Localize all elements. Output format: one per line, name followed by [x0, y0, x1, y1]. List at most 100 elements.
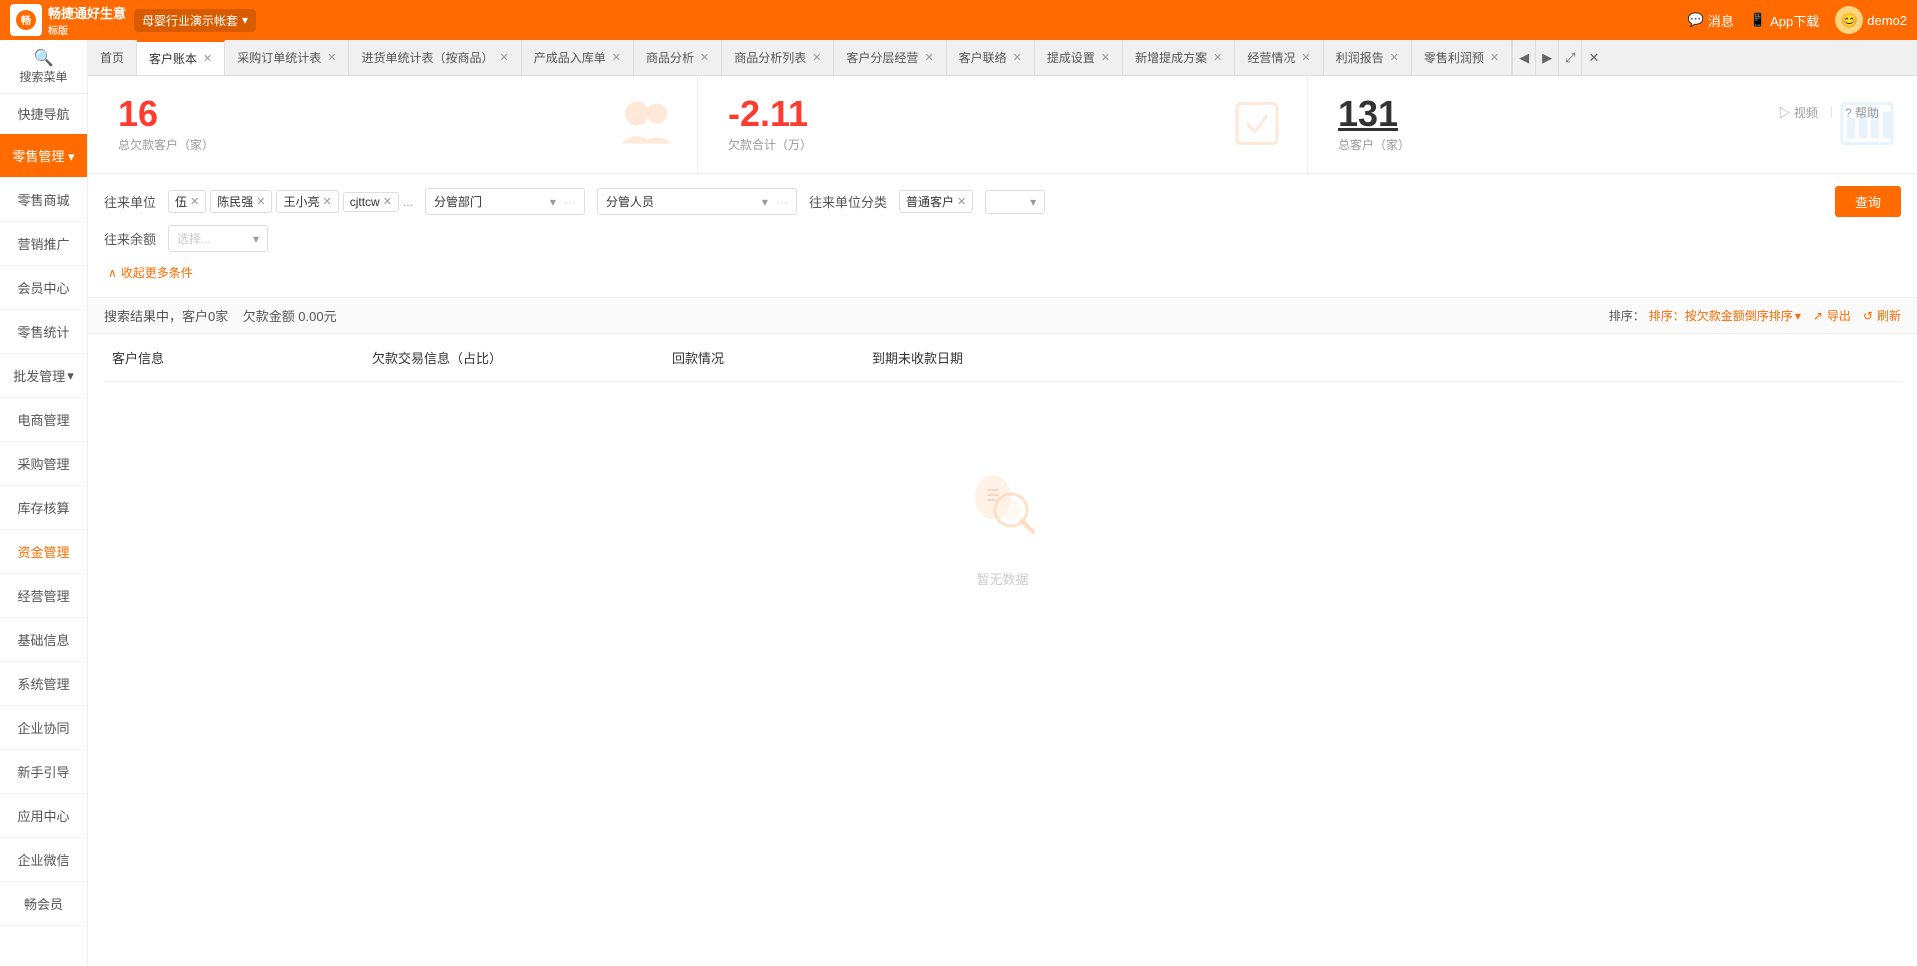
tab-home[interactable]: 首页	[88, 40, 137, 76]
tab-goods-stats[interactable]: 进货单统计表（按商品） ✕	[349, 40, 521, 76]
tab-purchase-order-stats[interactable]: 采购订单统计表 ✕	[225, 40, 349, 76]
tab-retail-profit[interactable]: 零售利润预 ✕	[1412, 40, 1512, 76]
sidebar-item-enterprise-collab[interactable]: 企业协同	[0, 706, 87, 750]
tab-commission-settings[interactable]: 提成设置 ✕	[1035, 40, 1123, 76]
tab-close-goods-analysis[interactable]: ✕	[700, 51, 709, 64]
filter-more-tags[interactable]: ...	[403, 195, 413, 209]
sidebar-item-wholesale-mgmt[interactable]: 批发管理 ▾	[0, 354, 87, 398]
stat-values-customers: 16 总欠款客户（家）	[118, 96, 214, 153]
tab-goods-analysis-list[interactable]: 商品分析列表 ✕	[722, 40, 834, 76]
sidebar-item-member-center[interactable]: 会员中心	[0, 266, 87, 310]
tab-profit-report[interactable]: 利润报告 ✕	[1324, 40, 1412, 76]
user-profile-btn[interactable]: 😊 demo2	[1835, 6, 1907, 34]
tab-close-commission-settings[interactable]: ✕	[1101, 51, 1110, 64]
sidebar-fast-nav[interactable]: 快捷导航	[0, 94, 87, 134]
top-bar-right: 💬 消息 📱 App下载 😊 demo2	[1688, 6, 1907, 34]
query-button[interactable]: 查询	[1835, 186, 1901, 217]
tab-close-goods-analysis-list[interactable]: ✕	[812, 51, 821, 64]
sidebar-item-finance-mgmt[interactable]: 资金管理	[0, 530, 87, 574]
sidebar-item-retail-mall[interactable]: 零售商城	[0, 178, 87, 222]
filter-tag-close-wang[interactable]: ✕	[323, 195, 332, 208]
sort-select[interactable]: 排序：按欠款金额倒序排序 ▾	[1649, 307, 1801, 324]
tab-customer-tier[interactable]: 客户分层经营 ✕	[834, 40, 946, 76]
tab-close-customer-tier[interactable]: ✕	[924, 51, 933, 64]
filter-tag-close-wu[interactable]: ✕	[190, 195, 199, 208]
filter-tag-chen: 陈民强 ✕	[210, 190, 272, 213]
sidebar-item-retail-mgmt[interactable]: 零售管理 ▾	[0, 134, 87, 178]
top-bar-left: 畅 畅捷通好生意 标版 母婴行业演示帐套 ▾	[10, 3, 256, 37]
tab-customer-ledger[interactable]: 客户账本 ✕	[137, 40, 225, 76]
tab-next-btn[interactable]: ▶	[1535, 40, 1558, 76]
sidebar-item-new-guide[interactable]: 新手引导	[0, 750, 87, 794]
sidebar-item-system-mgmt[interactable]: 系统管理	[0, 662, 87, 706]
tab-prev-btn[interactable]: ◀	[1512, 40, 1535, 76]
logo-icon: 畅	[10, 4, 42, 36]
stat-icon-total	[1837, 93, 1897, 156]
filter-tag-close-chen[interactable]: ✕	[256, 195, 265, 208]
tab-close-production-receipt[interactable]: ✕	[612, 51, 621, 64]
stat-icon-amount	[1227, 93, 1287, 156]
stat-values-amount: -2.11 欠款合计（万）	[728, 96, 812, 153]
filter-tag-cjttcw: cjttcw ✕	[343, 192, 399, 212]
collapse-btn[interactable]: ∧ 收起更多条件	[104, 260, 1901, 285]
stat-debt-customers-num: 16	[118, 96, 214, 132]
tab-close-goods-stats[interactable]: ✕	[500, 51, 509, 64]
filter-row-2: 往来余额 选择... ▾	[104, 225, 1901, 252]
app-download-btn[interactable]: 📱 App下载	[1750, 11, 1819, 30]
sidebar-item-purchase-mgmt[interactable]: 采购管理	[0, 442, 87, 486]
sidebar-item-chang-member[interactable]: 畅会员	[0, 882, 87, 926]
result-text: 搜索结果中，客户0家 欠款金额 0.00元	[104, 306, 337, 325]
tab-close-customer-ledger[interactable]: ✕	[203, 52, 212, 65]
filter-tag-close-cjttcw[interactable]: ✕	[383, 195, 392, 208]
stat-debt-amount-label: 欠款合计（万）	[728, 136, 812, 153]
tab-close-retail-profit[interactable]: ✕	[1490, 51, 1499, 64]
message-btn[interactable]: 💬 消息	[1688, 11, 1734, 30]
filter-tag-close-unit-type[interactable]: ✕	[957, 195, 966, 208]
filter-dept-select[interactable]: 分管部门 ▾ ···	[425, 188, 585, 215]
stat-total-customers: 131 总客户（家） ▷ 视频 | ? 帮助	[1308, 76, 1917, 173]
filter-unit-type-label: 往来单位分类	[809, 192, 887, 211]
sidebar-item-app-center[interactable]: 应用中心	[0, 794, 87, 838]
sidebar: 🔍 搜索菜单 快捷导航 零售管理 ▾ 零售商城 营销推广 会员中心 零售统计 批…	[0, 40, 88, 966]
filter-staff-select[interactable]: 分管人员 ▾ ···	[597, 188, 797, 215]
sidebar-item-ecommerce[interactable]: 电商管理	[0, 398, 87, 442]
stat-values-total: 131 总客户（家）	[1338, 96, 1410, 153]
sidebar-item-enterprise-wechat[interactable]: 企业微信	[0, 838, 87, 882]
export-btn[interactable]: ↗ 导出	[1813, 307, 1851, 324]
tab-bar: 首页 客户账本 ✕ 采购订单统计表 ✕ 进货单统计表（按商品） ✕ 产成品入库单…	[88, 40, 1917, 76]
filter-row-1: 往来单位 伍 ✕ 陈民强 ✕ 王小亮 ✕	[104, 186, 1901, 217]
sidebar-item-operations[interactable]: 经营管理	[0, 574, 87, 618]
stat-debt-amount: -2.11 欠款合计（万）	[698, 76, 1308, 173]
logo-sub: 标版	[48, 22, 126, 37]
tab-production-receipt[interactable]: 产成品入库单 ✕	[522, 40, 634, 76]
sidebar-item-basic-info[interactable]: 基础信息	[0, 618, 87, 662]
refresh-icon: ↺	[1863, 309, 1873, 323]
sidebar-item-marketing[interactable]: 营销推广	[0, 222, 87, 266]
tab-expand-btn[interactable]: ⤢	[1558, 40, 1581, 76]
stat-debt-customers-label: 总欠款客户（家）	[118, 136, 214, 153]
tab-close-operations[interactable]: ✕	[1301, 51, 1310, 64]
tab-close-profit-report[interactable]: ✕	[1390, 51, 1399, 64]
sidebar-item-inventory[interactable]: 库存核算	[0, 486, 87, 530]
sidebar-item-retail-stats[interactable]: 零售统计	[0, 310, 87, 354]
stat-icon-customers	[617, 93, 677, 156]
tab-close-purchase-order-stats[interactable]: ✕	[327, 51, 336, 64]
filter-balance-select[interactable]: 选择... ▾	[168, 225, 268, 252]
tab-close-customer-contact[interactable]: ✕	[1013, 51, 1022, 64]
tab-operations[interactable]: 经营情况 ✕	[1235, 40, 1323, 76]
account-selector[interactable]: 母婴行业演示帐套 ▾	[134, 9, 256, 32]
col-debt-info: 欠款交易信息（占比）	[364, 344, 664, 371]
tab-close-new-commission-plan[interactable]: ✕	[1213, 51, 1222, 64]
video-link[interactable]: ▷ 视频	[1779, 104, 1818, 121]
table-header: 客户信息 欠款交易信息（占比） 回款情况 到期未收款日期	[104, 334, 1901, 382]
sidebar-search[interactable]: 🔍 搜索菜单	[0, 40, 87, 94]
tab-close-all-btn[interactable]: ✕	[1581, 40, 1605, 76]
tab-new-commission-plan[interactable]: 新增提成方案 ✕	[1123, 40, 1235, 76]
page-content: 16 总欠款客户（家） -2.11 欠款合计（万）	[88, 76, 1917, 966]
filter-tag-unit-type: 普通客户 ✕	[899, 190, 973, 213]
svg-text:畅: 畅	[21, 14, 31, 27]
tab-customer-contact[interactable]: 客户联络 ✕	[947, 40, 1035, 76]
filter-unit-type-select[interactable]: ▾	[985, 190, 1045, 214]
refresh-btn[interactable]: ↺ 刷新	[1863, 307, 1901, 324]
tab-goods-analysis[interactable]: 商品分析 ✕	[634, 40, 722, 76]
